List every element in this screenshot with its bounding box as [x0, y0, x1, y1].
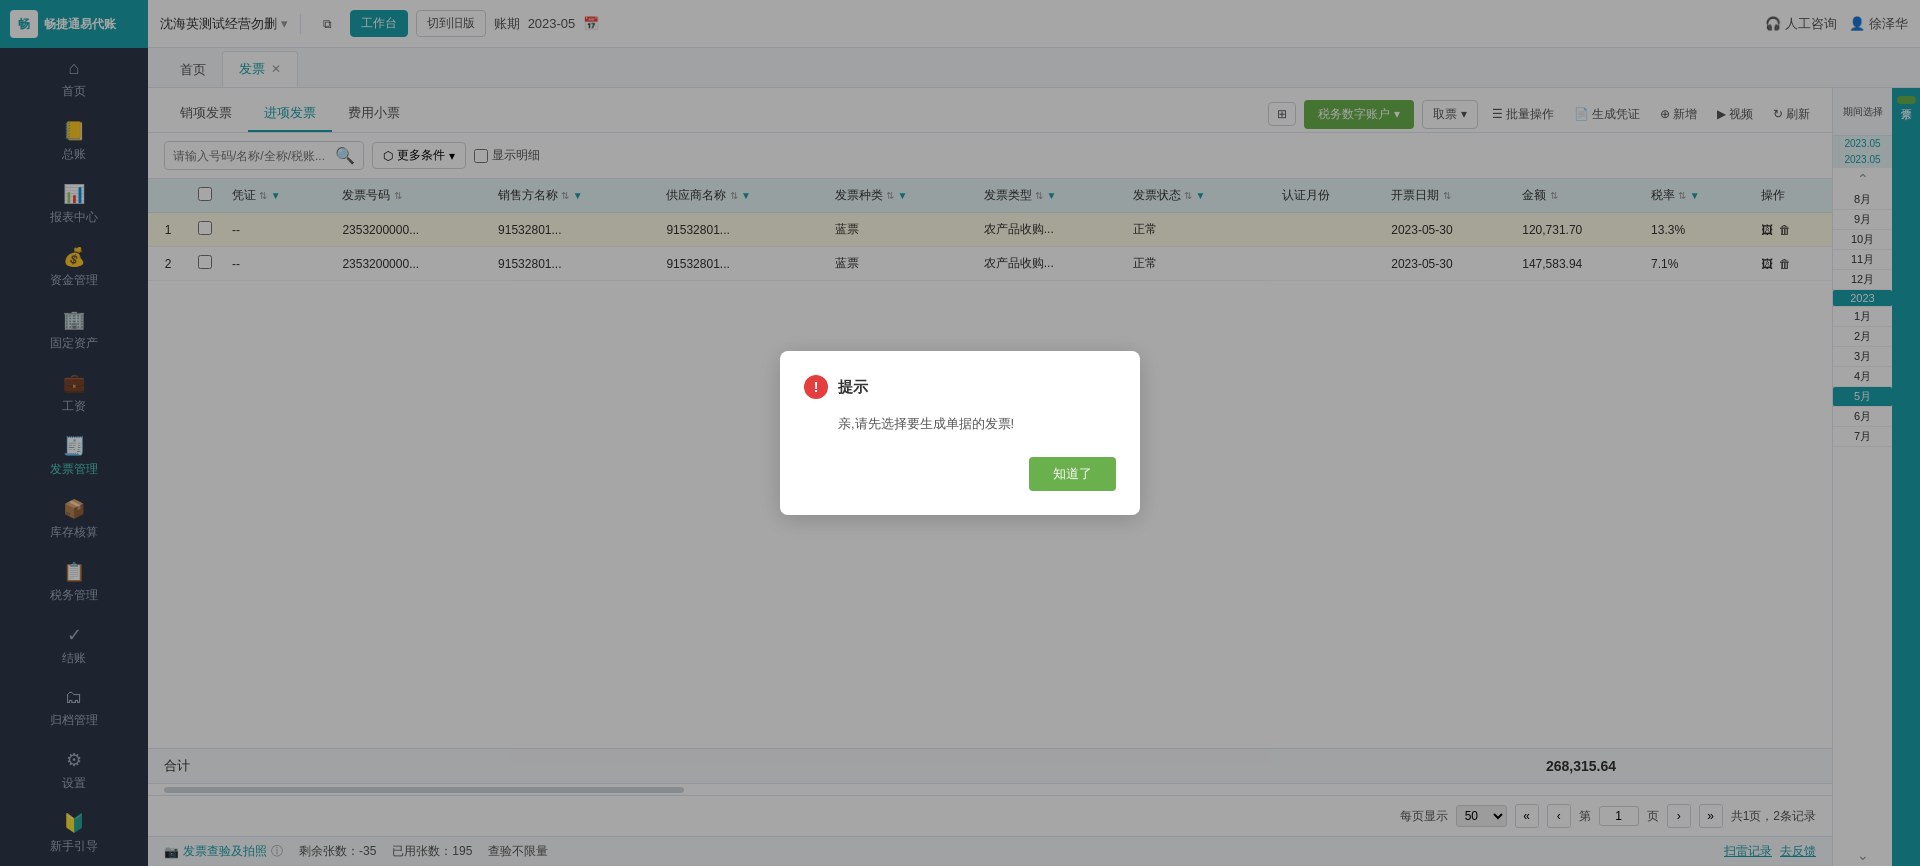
modal-warning-icon: ! [804, 375, 828, 399]
modal-overlay: ! 提示 亲,请先选择要生成单据的发票! 知道了 [0, 0, 1920, 866]
modal-body: 亲,请先选择要生成单据的发票! [804, 415, 1116, 433]
modal-confirm-btn[interactable]: 知道了 [1029, 457, 1116, 491]
modal-title: 提示 [838, 378, 868, 397]
modal-footer: 知道了 [804, 457, 1116, 491]
alert-modal: ! 提示 亲,请先选择要生成单据的发票! 知道了 [780, 351, 1140, 515]
modal-header: ! 提示 [804, 375, 1116, 399]
modal-message: 亲,请先选择要生成单据的发票! [838, 416, 1014, 431]
